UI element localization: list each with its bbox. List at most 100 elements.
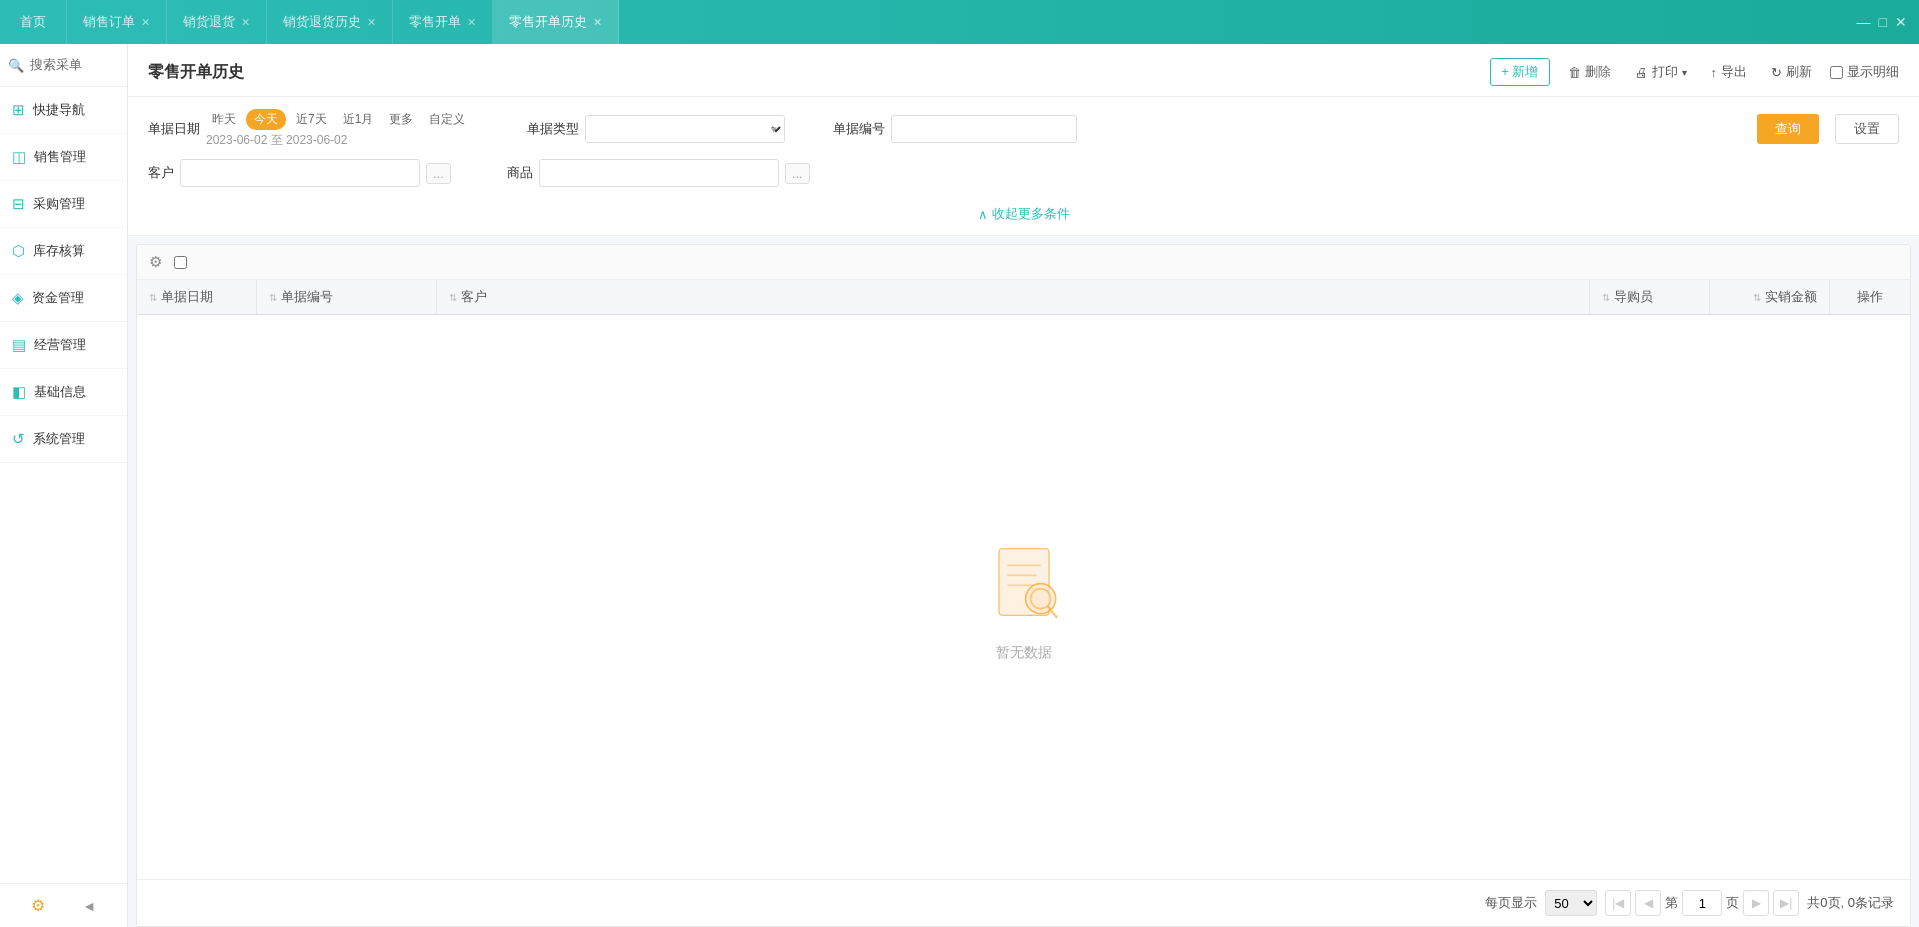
date-btn-last7[interactable]: 近7天 [290,109,333,130]
sort-icon-guide: ⇅ [1602,292,1610,303]
print-button[interactable]: 🖨 打印 ▾ [1629,59,1693,85]
sidebar-item-sales-mgmt[interactable]: ◫ 销售管理 [0,134,127,181]
pagination: 每页显示 20 50 100 |◀ ◀ 第 页 ▶ ▶| 共0页, 0条记录 [137,879,1910,926]
table-header: ⇅ 单据日期 ⇅ 单据编号 ⇅ 客户 ⇅ 导购员 ⇅ 实销金额 [137,280,1910,315]
sort-icon-amount: ⇅ [1753,292,1761,303]
export-button[interactable]: ↑ 导出 [1705,59,1754,85]
tab-close-sales-order[interactable]: ✕ [141,16,150,29]
print-icon: 🖨 [1635,65,1648,80]
add-button[interactable]: + 新增 [1490,58,1549,86]
page-last-btn[interactable]: ▶| [1773,890,1799,916]
show-detail-toggle[interactable]: 显示明细 [1830,63,1899,81]
th-order-no[interactable]: ⇅ 单据编号 [257,280,437,314]
settings-button[interactable]: 设置 [1835,114,1899,144]
th-action: 操作 [1830,280,1910,314]
sidebar-item-quick-nav[interactable]: ⊞ 快捷导航 [0,87,127,134]
tab-sales-return[interactable]: 销货退货 ✕ [167,0,267,44]
tab-bar-controls: — □ ✕ [1857,14,1919,30]
show-detail-checkbox[interactable] [1830,66,1843,79]
date-btn-custom[interactable]: 自定义 [423,109,471,130]
empty-illustration [974,532,1074,632]
page-header: 零售开单历史 + 新增 🗑 删除 🖨 打印 ▾ ↑ 导出 [128,44,1919,97]
tab-close-sales-return-history[interactable]: ✕ [367,16,376,29]
tab-close-retail-open-history[interactable]: ✕ [593,16,602,29]
main-layout: 🔍 搜索采单 ⊞ 快捷导航 ◫ 销售管理 ⊟ 采购管理 ⬡ 库存核算 ◈ 资金管… [0,44,1919,927]
th-date[interactable]: ⇅ 单据日期 [137,280,257,314]
filter-area: 单据日期 昨天 今天 近7天 近1月 更多 自定义 2023-06-02 至 2… [128,97,1919,236]
tab-close-sales-return[interactable]: ✕ [241,16,250,29]
window-close-btn[interactable]: ✕ [1895,14,1907,30]
content-area: 零售开单历史 + 新增 🗑 删除 🖨 打印 ▾ ↑ 导出 [128,44,1919,927]
collapse-icon: ∧ [978,207,988,222]
sidebar: 🔍 搜索采单 ⊞ 快捷导航 ◫ 销售管理 ⊟ 采购管理 ⬡ 库存核算 ◈ 资金管… [0,44,128,927]
operations-icon: ▤ [12,336,26,354]
date-btn-today[interactable]: 今天 [246,109,286,130]
sidebar-search[interactable]: 🔍 搜索采单 [0,44,127,87]
tab-close-retail-open[interactable]: ✕ [467,16,476,29]
filter-customer: 客户 ... [148,159,451,187]
customer-input[interactable] [180,159,420,187]
sort-icon-customer: ⇅ [449,292,457,303]
sidebar-item-inventory[interactable]: ⬡ 库存核算 [0,228,127,275]
date-btn-more[interactable]: 更多 [383,109,419,130]
th-amount[interactable]: ⇅ 实销金额 [1710,280,1830,314]
page-first-btn[interactable]: |◀ [1605,890,1631,916]
tab-retail-open-history[interactable]: 零售开单历史 ✕ [493,0,619,44]
search-icon: 🔍 [8,58,24,73]
tab-home[interactable]: 首页 [0,0,67,44]
sidebar-item-purchase-mgmt[interactable]: ⊟ 采购管理 [0,181,127,228]
window-minimize-btn[interactable]: — [1857,14,1871,30]
date-buttons: 昨天 今天 近7天 近1月 更多 自定义 [206,109,471,130]
page-prev-btn[interactable]: ◀ [1635,890,1661,916]
date-section: 昨天 今天 近7天 近1月 更多 自定义 2023-06-02 至 2023-0… [206,109,471,149]
table-toolbar: ⚙ [137,245,1910,280]
filter-order-no: 单据编号 [833,115,1077,143]
window-maximize-btn[interactable]: □ [1879,14,1887,30]
date-btn-last-month[interactable]: 近1月 [337,109,380,130]
sidebar-item-operations[interactable]: ▤ 经营管理 [0,322,127,369]
customer-browse-btn[interactable]: ... [426,163,451,184]
th-guide[interactable]: ⇅ 导购员 [1590,280,1710,314]
sidebar-item-base-info[interactable]: ◧ 基础信息 [0,369,127,416]
tab-sales-return-history[interactable]: 销货退货历史 ✕ [267,0,393,44]
product-input[interactable] [539,159,779,187]
query-button[interactable]: 查询 [1757,114,1819,144]
tab-bar: 首页 销售订单 ✕ 销货退货 ✕ 销货退货历史 ✕ 零售开单 ✕ 零售开单历史 … [0,0,1919,44]
sidebar-bottom: ⚙ ◄ [0,883,127,927]
date-btn-yesterday[interactable]: 昨天 [206,109,242,130]
delete-button[interactable]: 🗑 删除 [1562,59,1617,85]
toolbar: + 新增 🗑 删除 🖨 打印 ▾ ↑ 导出 ↻ 刷新 [1490,58,1899,86]
purchase-mgmt-icon: ⊟ [12,195,25,213]
empty-state: 暂无数据 [137,315,1910,879]
sort-icon-date: ⇅ [149,292,157,303]
tab-retail-open[interactable]: 零售开单 ✕ [393,0,493,44]
table-settings-btn[interactable]: ⚙ [149,253,162,271]
page-size-select[interactable]: 20 50 100 [1545,890,1597,916]
refresh-button[interactable]: ↻ 刷新 [1765,59,1818,85]
order-no-input[interactable] [891,115,1077,143]
sidebar-collapse-btn[interactable]: ◄ [82,898,96,914]
sidebar-item-finance[interactable]: ◈ 资金管理 [0,275,127,322]
order-type-select[interactable] [585,115,785,143]
finance-icon: ◈ [12,289,24,307]
sidebar-item-system-mgmt[interactable]: ↺ 系统管理 [0,416,127,463]
date-range-display: 2023-06-02 至 2023-06-02 [206,132,471,149]
th-customer[interactable]: ⇅ 客户 [437,280,1590,314]
filter-date: 单据日期 昨天 今天 近7天 近1月 更多 自定义 2023-06-02 至 2… [148,109,471,149]
tab-sales-order[interactable]: 销售订单 ✕ [67,0,167,44]
select-all-checkbox[interactable] [174,256,187,269]
inventory-icon: ⬡ [12,242,25,260]
export-icon: ↑ [1711,65,1718,80]
page-nav: |◀ ◀ 第 页 ▶ ▶| [1605,890,1799,916]
delete-icon: 🗑 [1568,65,1581,80]
sidebar-settings-btn[interactable]: ⚙ [31,896,45,915]
page-number-input[interactable] [1682,890,1722,916]
product-browse-btn[interactable]: ... [785,163,810,184]
sort-icon-order-no: ⇅ [269,292,277,303]
page-title: 零售开单历史 [148,62,244,83]
filter-order-type: 单据类型 ▾ [527,115,777,143]
collapse-filter-btn[interactable]: ∧ 收起更多条件 [978,205,1070,223]
page-next-btn[interactable]: ▶ [1743,890,1769,916]
filter-row-2: 客户 ... 商品 ... [148,159,1899,187]
print-dropdown-icon: ▾ [1682,67,1687,78]
